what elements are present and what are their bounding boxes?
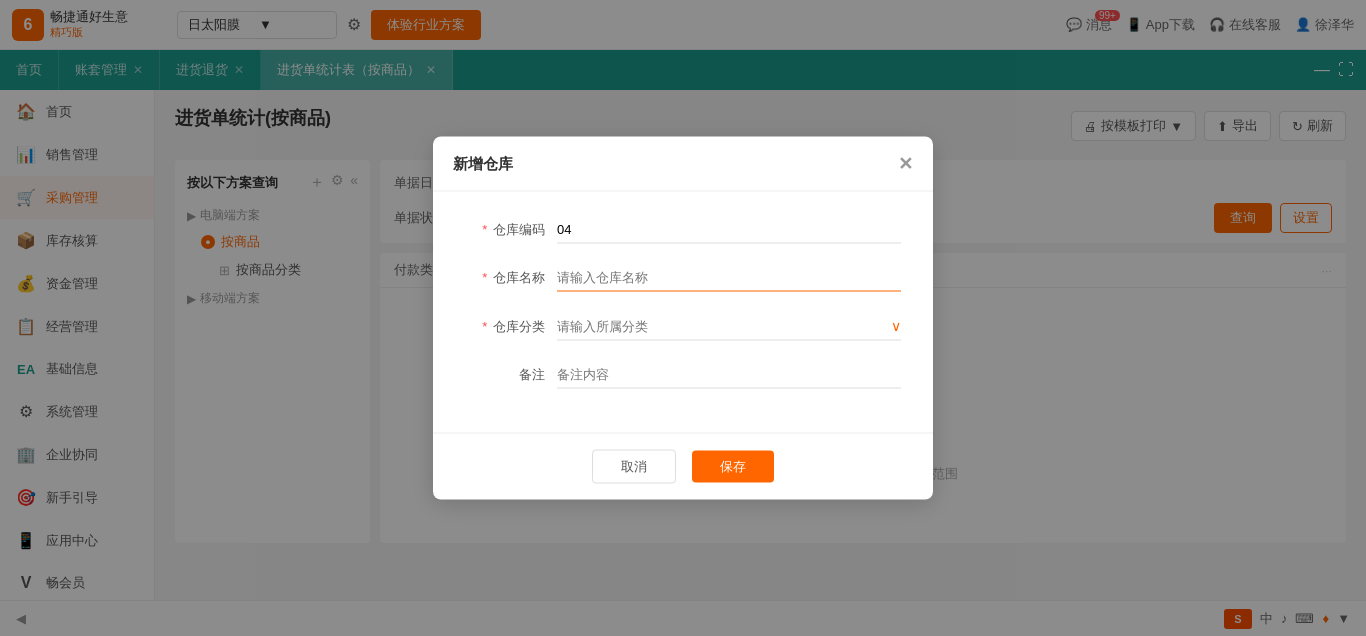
warehouse-code-row: * 仓库编码: [465, 216, 901, 244]
warehouse-category-select-wrap: ∨: [557, 312, 901, 341]
cancel-button[interactable]: 取消: [592, 450, 676, 484]
code-label: * 仓库编码: [465, 221, 545, 239]
category-label: * 仓库分类: [465, 317, 545, 335]
required-star-name: *: [482, 270, 487, 285]
remark-label: 备注: [465, 366, 545, 384]
warehouse-remark-input[interactable]: [557, 361, 901, 389]
save-button[interactable]: 保存: [692, 451, 774, 483]
warehouse-name-row: * 仓库名称: [465, 264, 901, 292]
category-dropdown-arrow-icon[interactable]: ∨: [891, 318, 901, 334]
warehouse-category-row: * 仓库分类 ∨: [465, 312, 901, 341]
warehouse-remark-row: 备注: [465, 361, 901, 389]
dialog-close-icon[interactable]: ✕: [898, 153, 913, 175]
warehouse-code-input[interactable]: [557, 216, 901, 244]
required-star-category: *: [482, 318, 487, 333]
warehouse-name-input[interactable]: [557, 264, 901, 292]
dialog-footer: 取消 保存: [433, 433, 933, 500]
warehouse-category-input[interactable]: [557, 318, 891, 333]
add-warehouse-dialog: 新增仓库 ✕ * 仓库编码 * 仓库名称 * 仓库分类: [433, 137, 933, 500]
name-label: * 仓库名称: [465, 269, 545, 287]
dialog-header: 新增仓库 ✕: [433, 137, 933, 192]
required-star-code: *: [482, 222, 487, 237]
dialog-title: 新增仓库: [453, 154, 513, 173]
dialog-body: * 仓库编码 * 仓库名称 * 仓库分类 ∨ 备注: [433, 192, 933, 433]
